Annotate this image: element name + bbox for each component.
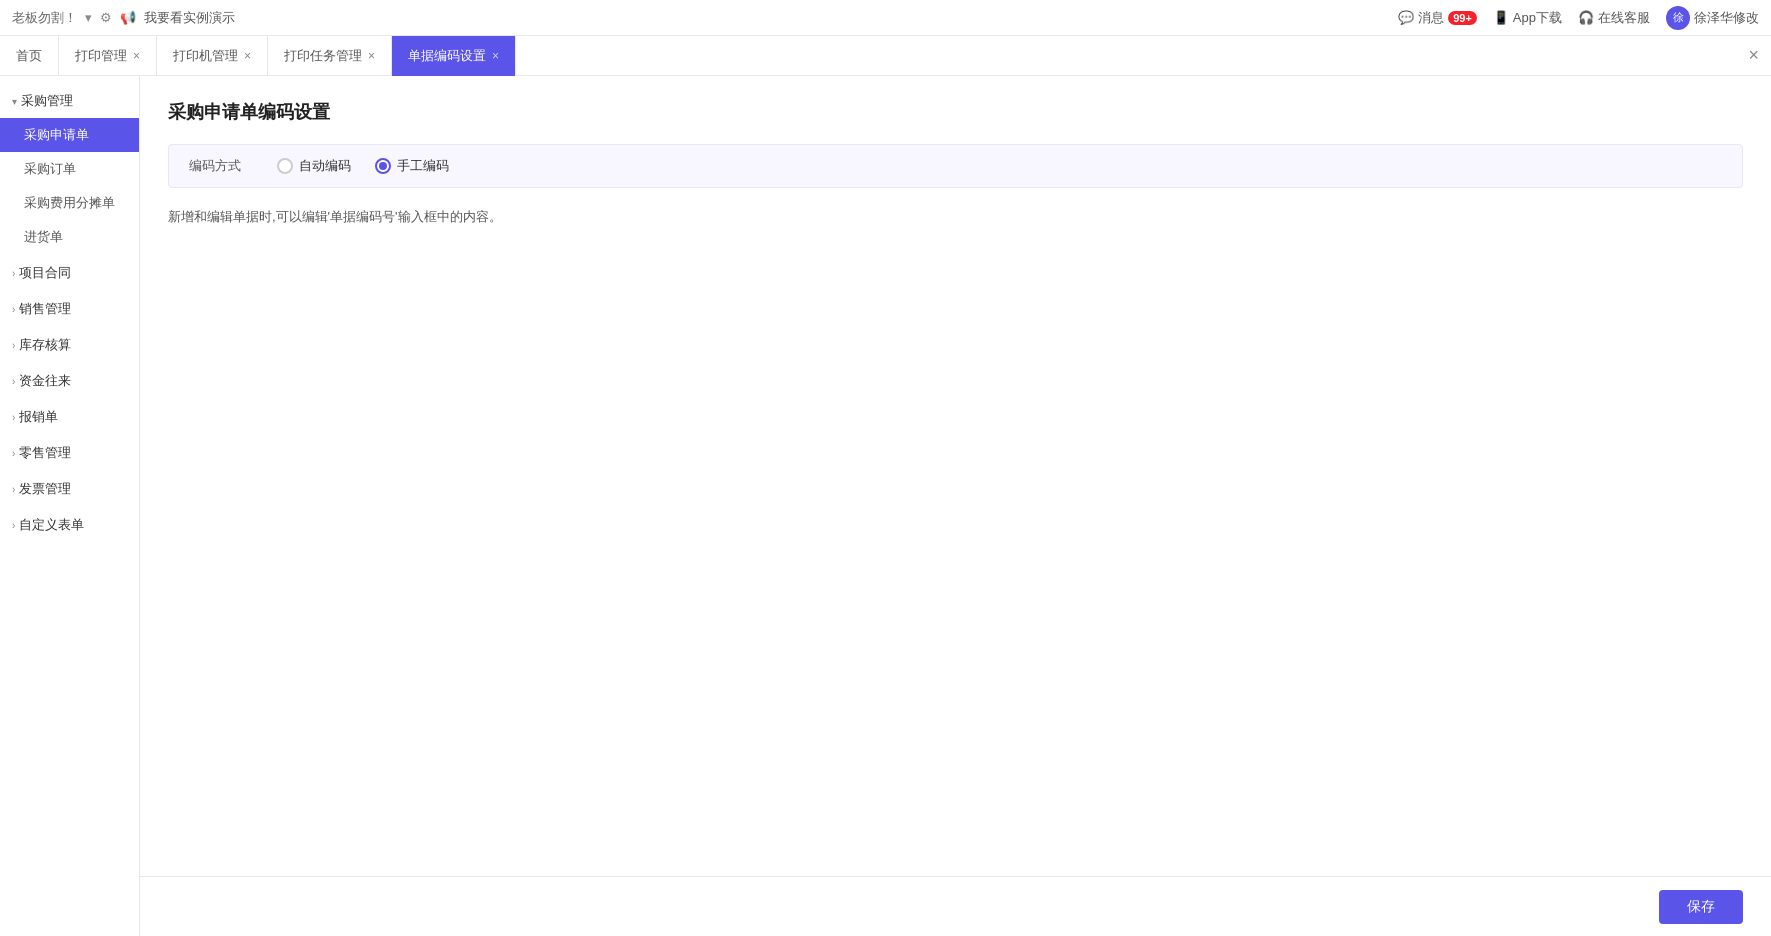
user-name: 徐泽华修改 [1694, 9, 1759, 27]
sidebar-group-returns: › 报销单 [0, 400, 139, 434]
sidebar-group-fund-flow-label: 资金往来 [19, 372, 71, 390]
auto-code-label: 自动编码 [299, 157, 351, 175]
auto-code-option[interactable]: 自动编码 [277, 157, 351, 175]
sidebar-item-purchase-receipt[interactable]: 进货单 [0, 220, 139, 254]
chevron-right-icon-inventory: › [12, 340, 15, 351]
save-button[interactable]: 保存 [1659, 890, 1743, 924]
tab-bar: 首页 打印管理 × 打印机管理 × 打印任务管理 × 单据编码设置 × × [0, 36, 1771, 76]
tab-home-label: 首页 [16, 36, 42, 76]
top-bar-right: 💬 消息 99+ 📱 App下载 🎧 在线客服 徐 徐泽华修改 [1398, 6, 1759, 30]
chevron-right-icon-project: › [12, 268, 15, 279]
tab-print-mgmt[interactable]: 打印管理 × [59, 36, 157, 76]
message-badge: 99+ [1448, 11, 1477, 25]
tab-printer-mgmt[interactable]: 打印机管理 × [157, 36, 268, 76]
app-icon: 📱 [1493, 10, 1509, 25]
announcement-text[interactable]: 我要看实例演示 [144, 9, 235, 27]
online-service-label: 在线客服 [1598, 9, 1650, 27]
tab-voucher-code-label: 单据编码设置 [408, 36, 486, 76]
hint-text: 新增和编辑单据时,可以编辑'单据编码号'输入框中的内容。 [168, 208, 1743, 226]
chevron-right-icon-retail: › [12, 448, 15, 459]
content-main: 采购申请单编码设置 编码方式 自动编码 手工编码 新增和编辑单据时,可以编辑'单… [140, 76, 1771, 876]
sidebar-group-custom-forms-label: 自定义表单 [19, 516, 84, 534]
tab-printer-mgmt-close[interactable]: × [244, 36, 251, 76]
sidebar-group-inventory: › 库存核算 [0, 328, 139, 362]
manual-code-radio[interactable] [375, 158, 391, 174]
tab-print-task-mgmt-label: 打印任务管理 [284, 36, 362, 76]
tab-printer-mgmt-label: 打印机管理 [173, 36, 238, 76]
sidebar-item-purchase-request-label: 采购申请单 [24, 127, 89, 142]
content-footer: 保存 [140, 876, 1771, 936]
sidebar-group-sales-mgmt-title[interactable]: › 销售管理 [0, 292, 139, 326]
headset-icon: 🎧 [1578, 10, 1594, 25]
tab-voucher-code-close[interactable]: × [492, 36, 499, 76]
message-icon: 💬 [1398, 10, 1414, 25]
sidebar-group-returns-title[interactable]: › 报销单 [0, 400, 139, 434]
sidebar-item-purchase-receipt-label: 进货单 [24, 229, 63, 244]
chevron-right-icon-fund: › [12, 376, 15, 387]
sidebar-group-project-contract: › 项目合同 [0, 256, 139, 290]
sidebar-group-fund-flow: › 资金往来 [0, 364, 139, 398]
message-label: 消息 [1418, 9, 1444, 27]
sidebar-group-retail-mgmt: › 零售管理 [0, 436, 139, 470]
app-download-button[interactable]: 📱 App下载 [1493, 9, 1562, 27]
tab-home[interactable]: 首页 [0, 36, 59, 76]
sidebar: ▾ 采购管理 采购申请单 采购订单 采购费用分摊单 进货单 › 项目合同 [0, 76, 140, 936]
sidebar-group-inventory-label: 库存核算 [19, 336, 71, 354]
tab-voucher-code[interactable]: 单据编码设置 × [392, 36, 516, 76]
user-menu-button[interactable]: 徐 徐泽华修改 [1666, 6, 1759, 30]
sidebar-group-inventory-title[interactable]: › 库存核算 [0, 328, 139, 362]
down-arrow-icon[interactable]: ▾ [85, 10, 92, 25]
avatar: 徐 [1666, 6, 1690, 30]
sidebar-group-custom-forms-title[interactable]: › 自定义表单 [0, 508, 139, 542]
sidebar-item-purchase-order-label: 采购订单 [24, 161, 76, 176]
sidebar-group-invoice-mgmt-label: 发票管理 [19, 480, 71, 498]
message-button[interactable]: 💬 消息 99+ [1398, 9, 1477, 27]
sidebar-item-purchase-order[interactable]: 采购订单 [0, 152, 139, 186]
chevron-right-icon-returns: › [12, 412, 15, 423]
auto-code-radio[interactable] [277, 158, 293, 174]
app-download-label: App下载 [1513, 9, 1562, 27]
sidebar-group-retail-mgmt-title[interactable]: › 零售管理 [0, 436, 139, 470]
online-service-button[interactable]: 🎧 在线客服 [1578, 9, 1650, 27]
sidebar-group-returns-label: 报销单 [19, 408, 58, 426]
sidebar-group-project-contract-label: 项目合同 [19, 264, 71, 282]
tab-print-task-mgmt[interactable]: 打印任务管理 × [268, 36, 392, 76]
chevron-right-icon-custom: › [12, 520, 15, 531]
tab-print-mgmt-label: 打印管理 [75, 36, 127, 76]
gear-icon[interactable]: ⚙ [100, 10, 112, 25]
sidebar-group-sales-mgmt-label: 销售管理 [19, 300, 71, 318]
sidebar-group-project-contract-title[interactable]: › 项目合同 [0, 256, 139, 290]
main-layout: ▾ 采购管理 采购申请单 采购订单 采购费用分摊单 进货单 › 项目合同 [0, 76, 1771, 936]
encoding-row: 编码方式 自动编码 手工编码 [168, 144, 1743, 188]
tab-print-task-mgmt-close[interactable]: × [368, 36, 375, 76]
encoding-method-label: 编码方式 [189, 157, 241, 175]
sidebar-group-invoice-mgmt: › 发票管理 [0, 472, 139, 506]
chevron-right-icon-sales: › [12, 304, 15, 315]
sidebar-group-purchase-mgmt-label: 采购管理 [21, 92, 73, 110]
sidebar-group-fund-flow-title[interactable]: › 资金往来 [0, 364, 139, 398]
sidebar-group-invoice-mgmt-title[interactable]: › 发票管理 [0, 472, 139, 506]
top-bar: 老板勿割！ ▾ ⚙ 📢 我要看实例演示 💬 消息 99+ 📱 App下载 🎧 在… [0, 0, 1771, 36]
sidebar-group-purchase-mgmt: ▾ 采购管理 采购申请单 采购订单 采购费用分摊单 进货单 [0, 84, 139, 254]
sidebar-item-purchase-expense-label: 采购费用分摊单 [24, 195, 115, 210]
content-area: 采购申请单编码设置 编码方式 自动编码 手工编码 新增和编辑单据时,可以编辑'单… [140, 76, 1771, 936]
sidebar-item-purchase-request[interactable]: 采购申请单 [0, 118, 139, 152]
sidebar-group-custom-forms: › 自定义表单 [0, 508, 139, 542]
close-panel-button[interactable]: × [1748, 45, 1759, 66]
brand-text: 老板勿割！ [12, 9, 77, 27]
top-bar-left: 老板勿割！ ▾ ⚙ 📢 我要看实例演示 [12, 9, 235, 27]
tab-print-mgmt-close[interactable]: × [133, 36, 140, 76]
page-title: 采购申请单编码设置 [168, 100, 1743, 124]
announcement-icon: 📢 [120, 10, 136, 25]
sidebar-group-sales-mgmt: › 销售管理 [0, 292, 139, 326]
sidebar-item-purchase-expense[interactable]: 采购费用分摊单 [0, 186, 139, 220]
sidebar-group-retail-mgmt-label: 零售管理 [19, 444, 71, 462]
manual-code-option[interactable]: 手工编码 [375, 157, 449, 175]
chevron-down-icon: ▾ [12, 96, 17, 107]
manual-code-label: 手工编码 [397, 157, 449, 175]
chevron-right-icon-invoice: › [12, 484, 15, 495]
sidebar-group-purchase-mgmt-title[interactable]: ▾ 采购管理 [0, 84, 139, 118]
